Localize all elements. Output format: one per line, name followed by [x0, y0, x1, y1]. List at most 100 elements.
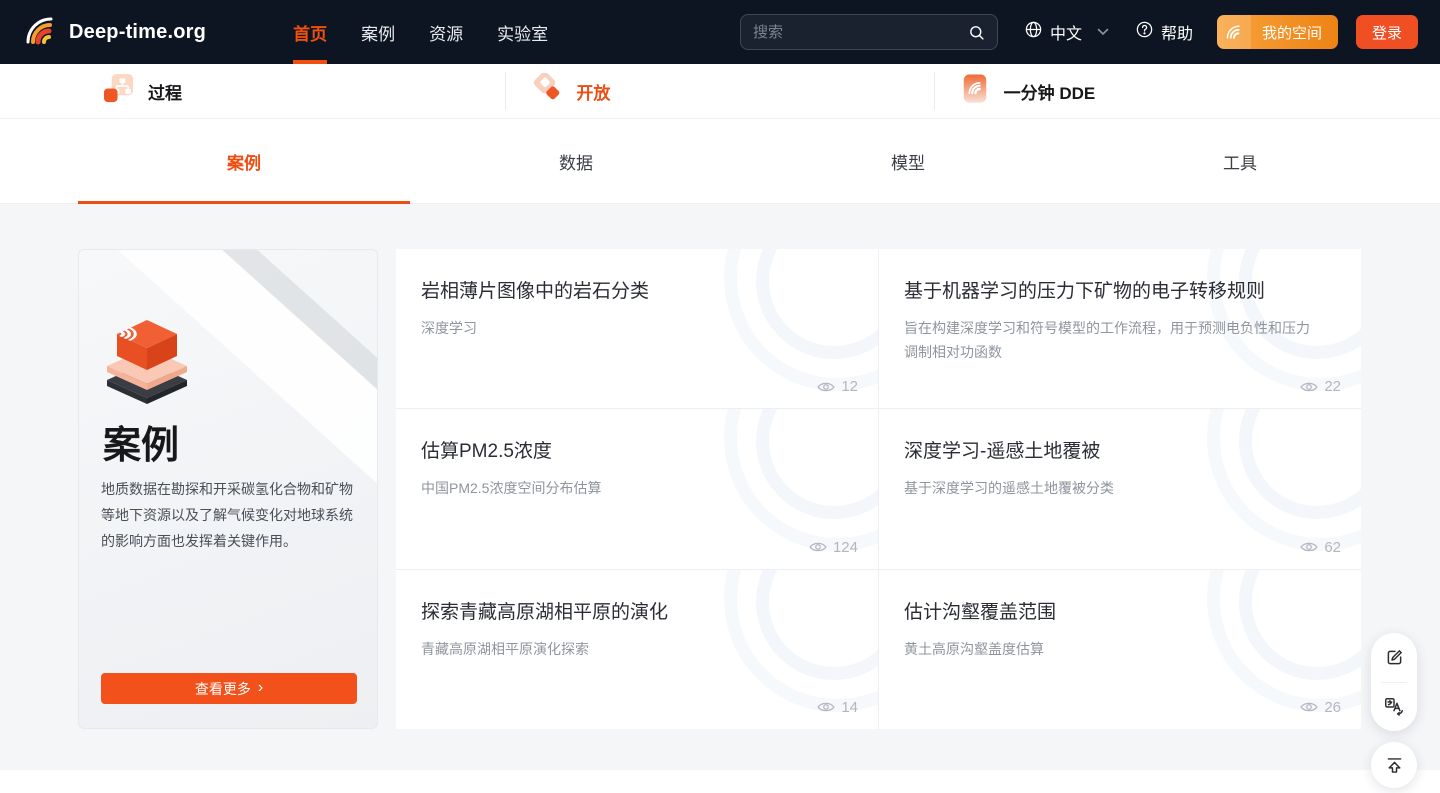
- eye-icon: [817, 703, 835, 712]
- next-section-strip: [0, 770, 1440, 793]
- quicklink-open[interactable]: 开放: [506, 64, 933, 118]
- edit-icon: [1387, 649, 1402, 665]
- view-count-value: 12: [841, 378, 858, 396]
- back-to-top-button[interactable]: [1371, 742, 1417, 788]
- translate-icon: [1385, 697, 1403, 716]
- case-title: 估算PM2.5浓度: [421, 441, 552, 463]
- quick-link-bar: 过程 开放 一分钟 DDE: [0, 64, 1440, 119]
- help-button[interactable]: 帮助: [1135, 20, 1193, 44]
- language-label: 中文: [1049, 26, 1082, 43]
- nav-item-cases-label: 案例: [361, 24, 396, 44]
- back-to-top-icon: [1387, 757, 1401, 773]
- eye-icon: [817, 382, 835, 392]
- nav-item-resources[interactable]: 资源: [412, 0, 480, 64]
- case-subtitle: 旨在构建深度学习和符号模型的工作流程，用于预测电负性和压力调制相对功函数: [904, 320, 1310, 360]
- case-title: 探索青藏高原湖相平原的演化: [421, 601, 669, 623]
- tab-cases[interactable]: 案例: [78, 119, 410, 204]
- promo-title: 案例: [103, 425, 180, 467]
- nav-item-resources-label: 资源: [429, 24, 464, 44]
- brand-name: Deep-time.org: [69, 20, 207, 43]
- view-count-value: 124: [832, 538, 858, 556]
- tab-data-label: 数据: [559, 153, 593, 173]
- floating-toolbar: [1371, 633, 1417, 731]
- view-count-value: 62: [1324, 538, 1341, 556]
- eye-icon: [1300, 542, 1318, 552]
- main-nav: 首页 案例 资源 实验室: [276, 0, 565, 64]
- quicklink-process-label: 过程: [148, 83, 182, 103]
- view-count: 14: [817, 699, 858, 716]
- case-card-land-cover[interactable]: 深度学习-遥感土地覆被 基于深度学习的遥感土地覆被分类 62: [879, 409, 1361, 569]
- view-more-label: 查看更多: [194, 680, 251, 697]
- case-subtitle: 黄土高原沟壑盖度估算: [904, 640, 1044, 657]
- my-space-button[interactable]: 我的空间: [1216, 15, 1338, 49]
- search-icon[interactable]: [960, 24, 985, 41]
- top-navbar: Deep-time.org 首页 案例 资源 实验室 中文 帮助: [0, 0, 1440, 64]
- case-card-electron-transfer[interactable]: 基于机器学习的压力下矿物的电子转移规则 旨在构建深度学习和符号模型的工作流程，用…: [879, 249, 1361, 409]
- cases-promo-card: 案例 地质数据在勘探和开采碳氢化合物和矿物等地下资源以及了解气候变化对地球系统的…: [78, 249, 378, 729]
- tab-tools[interactable]: 工具: [1074, 119, 1406, 203]
- dde-minute-icon: [960, 73, 990, 109]
- nav-item-lab-label: 实验室: [497, 24, 549, 44]
- deeptime-logo-icon: [24, 15, 58, 50]
- case-card-lacustrine-plain[interactable]: 探索青藏高原湖相平原的演化 青藏高原湖相平原演化探索 14: [396, 569, 878, 729]
- help-icon: [1135, 20, 1154, 44]
- section-tabs: 案例 数据 模型 工具: [0, 119, 1440, 204]
- search-box: [739, 14, 998, 50]
- feedback-button[interactable]: [1371, 633, 1417, 682]
- case-grid: 岩相薄片图像中的岩石分类 深度学习 12 基于机器学习的压力下矿物的电子转移规则…: [396, 249, 1361, 729]
- tab-models[interactable]: 模型: [742, 119, 1074, 203]
- case-subtitle: 基于深度学习的遥感土地覆被分类: [904, 480, 1114, 497]
- eye-icon: [1300, 382, 1318, 392]
- brand-logo[interactable]: Deep-time.org: [24, 15, 206, 50]
- case-card-rock-classification[interactable]: 岩相薄片图像中的岩石分类 深度学习 12: [396, 249, 878, 409]
- case-title: 岩相薄片图像中的岩石分类: [421, 281, 650, 302]
- chevron-down-icon[interactable]: [1097, 28, 1109, 36]
- case-subtitle: 青藏高原湖相平原演化探索: [421, 640, 589, 657]
- open-icon: [531, 71, 562, 109]
- quicklink-open-label: 开放: [576, 83, 611, 103]
- cases-3d-cube-icon: [99, 306, 195, 411]
- promo-description: 地质数据在勘探和开采碳氢化合物和矿物等地下资源以及了解气候变化对地球系统的影响方…: [101, 481, 353, 549]
- view-count: 124: [809, 539, 858, 556]
- view-count: 26: [1300, 699, 1341, 716]
- case-title: 基于机器学习的压力下矿物的电子转移规则: [904, 281, 1266, 302]
- tab-tools-label: 工具: [1223, 153, 1257, 173]
- translate-button[interactable]: [1371, 683, 1417, 732]
- nav-item-home-label: 首页: [293, 24, 328, 44]
- language-selector[interactable]: 中文: [1024, 20, 1109, 44]
- navbar-right-group: 中文 帮助 我的空间 登录: [739, 14, 1418, 50]
- globe-icon: [1024, 20, 1043, 44]
- view-count: 62: [1300, 539, 1341, 556]
- eye-icon: [1300, 703, 1318, 712]
- tab-cases-label: 案例: [227, 153, 261, 173]
- view-count-value: 26: [1324, 698, 1341, 716]
- nav-item-lab[interactable]: 实验室: [480, 0, 565, 64]
- help-label: 帮助: [1160, 26, 1193, 43]
- case-subtitle: 中国PM2.5浓度空间分布估算: [421, 480, 602, 497]
- quicklink-one-minute-dde[interactable]: 一分钟 DDE: [935, 64, 1362, 118]
- quicklink-one-minute-dde-label: 一分钟 DDE: [1003, 83, 1096, 103]
- my-space-label: 我的空间: [1261, 24, 1322, 42]
- case-card-pm25[interactable]: 估算PM2.5浓度 中国PM2.5浓度空间分布估算 124: [396, 409, 878, 569]
- view-more-button[interactable]: 查看更多 ›: [101, 673, 357, 704]
- search-input[interactable]: [752, 23, 960, 41]
- view-count: 12: [817, 378, 858, 395]
- view-count-value: 14: [841, 698, 858, 716]
- quicklink-process[interactable]: 过程: [78, 64, 505, 118]
- view-count: 22: [1300, 378, 1341, 395]
- tab-models-label: 模型: [891, 153, 925, 173]
- my-space-logo-icon: [1216, 15, 1251, 49]
- eye-icon: [809, 542, 827, 552]
- nav-item-home[interactable]: 首页: [276, 0, 344, 64]
- tab-data[interactable]: 数据: [410, 119, 742, 203]
- view-count-value: 22: [1324, 378, 1341, 396]
- process-icon: [103, 73, 134, 109]
- login-button[interactable]: 登录: [1356, 15, 1418, 49]
- case-card-gully-coverage[interactable]: 估计沟壑覆盖范围 黄土高原沟壑盖度估算 26: [879, 569, 1361, 729]
- cases-section: 案例 地质数据在勘探和开采碳氢化合物和矿物等地下资源以及了解气候变化对地球系统的…: [0, 204, 1440, 770]
- case-subtitle: 深度学习: [421, 320, 477, 336]
- nav-item-cases[interactable]: 案例: [344, 0, 412, 64]
- case-title: 深度学习-遥感土地覆被: [904, 441, 1101, 463]
- case-title: 估计沟壑覆盖范围: [904, 601, 1057, 623]
- chevron-right-icon: ›: [257, 678, 264, 696]
